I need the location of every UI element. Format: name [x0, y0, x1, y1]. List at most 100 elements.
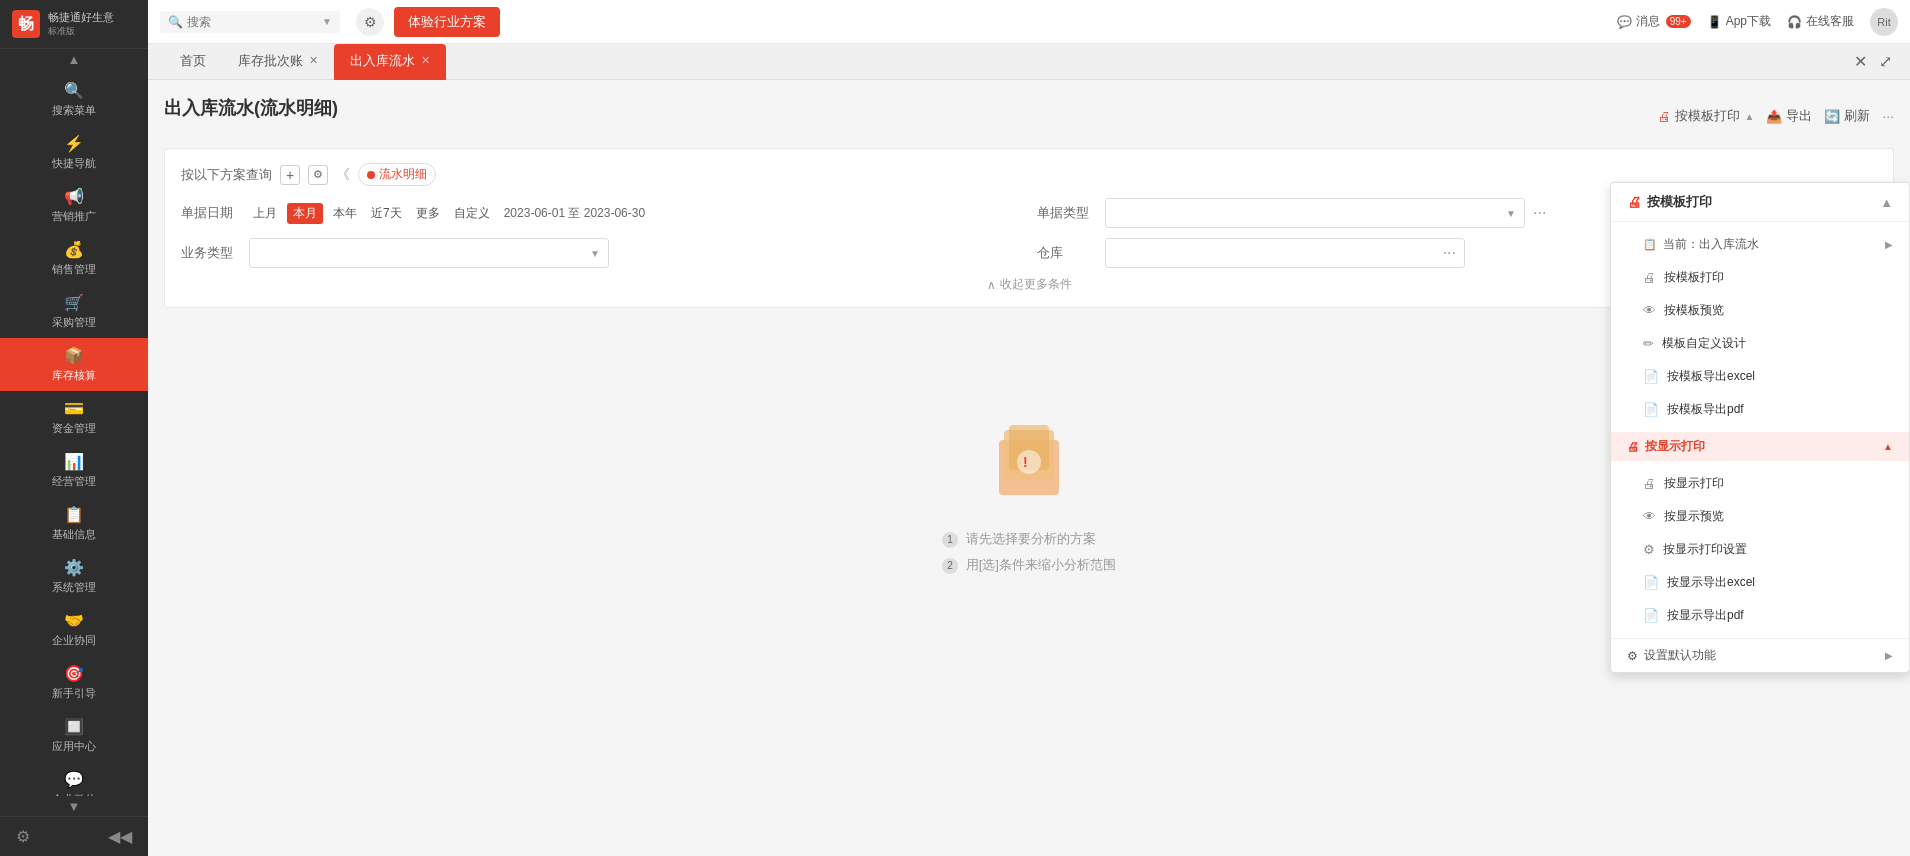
sidebar-logo: 畅 畅捷通好生意 标准版: [0, 0, 148, 49]
date-opt-this-month[interactable]: 本月: [287, 203, 323, 224]
tab-flow[interactable]: 出入库流水 ✕: [334, 44, 446, 80]
sidebar-item-search[interactable]: 🔍 搜索菜单: [0, 73, 148, 126]
app-download-label: App下载: [1726, 13, 1771, 30]
sidebar-item-appcenter[interactable]: 🔲 应用中心: [0, 709, 148, 762]
search-icon: 🔍: [64, 81, 84, 100]
template-excel-label: 按模板导出excel: [1667, 368, 1755, 385]
user-avatar[interactable]: Rit: [1870, 8, 1898, 36]
messages-label: 消息: [1636, 13, 1660, 30]
display-preview-icon: 👁: [1643, 509, 1656, 524]
filter-add-button[interactable]: +: [280, 165, 300, 185]
operation-icon: 📊: [64, 452, 84, 471]
tab-batch[interactable]: 库存批次账 ✕: [222, 44, 334, 80]
warehouse-select[interactable]: ···: [1105, 238, 1465, 268]
tab-flow-close[interactable]: ✕: [421, 54, 430, 67]
sidebar-item-system[interactable]: ⚙️ 系统管理: [0, 550, 148, 603]
dropdown-template-print[interactable]: 🖨 按模板打印: [1611, 261, 1909, 294]
collapse-button[interactable]: ∧ 收起更多条件: [987, 276, 1072, 293]
display-pdf-icon: 📄: [1643, 608, 1659, 623]
date-opt-last7[interactable]: 近7天: [367, 203, 406, 224]
sidebar-item-coop[interactable]: 🤝 企业协同: [0, 603, 148, 656]
biz-type-field: 业务类型 ▼: [181, 238, 1021, 268]
date-opt-more[interactable]: 更多: [412, 203, 444, 224]
sidebar-item-basic[interactable]: 📋 基础信息: [0, 497, 148, 550]
filter-tag-badge[interactable]: 流水明细: [358, 163, 436, 186]
filter-badge-dot: [367, 171, 375, 179]
dropdown-template-custom[interactable]: ✏ 模板自定义设计: [1611, 327, 1909, 360]
dropdown-collapse-icon[interactable]: ▲: [1880, 195, 1893, 210]
sidebar-item-finance[interactable]: 💳 资金管理: [0, 391, 148, 444]
sidebar-item-marketing[interactable]: 📢 营销推广: [0, 179, 148, 232]
sidebar-item-label: 经营管理: [52, 474, 96, 489]
tabs-bar-right: ✕ ⤢: [1852, 50, 1894, 73]
sidebar-item-label: 新手引导: [52, 686, 96, 701]
sidebar-item-operation[interactable]: 📊 经营管理: [0, 444, 148, 497]
dropdown-template-preview[interactable]: 👁 按模板预览: [1611, 294, 1909, 327]
template-print-button[interactable]: 🖨 按模板打印 ▲: [1658, 107, 1754, 125]
sidebar-scroll-down[interactable]: ▼: [0, 796, 148, 816]
tab-close-all-icon[interactable]: ✕: [1852, 50, 1869, 73]
sidebar-item-guide[interactable]: 🎯 新手引导: [0, 656, 148, 709]
dropdown-header-label: 按模板打印: [1647, 193, 1712, 211]
more-actions-icon[interactable]: ···: [1882, 108, 1894, 124]
sidebar-item-quicknav[interactable]: ⚡ 快捷导航: [0, 126, 148, 179]
dropdown-section-display: 🖨 按显示打印 👁 按显示预览 ⚙ 按显示打印设置 📄 按显示导出excel 📄: [1611, 461, 1909, 638]
sidebar-item-inventory[interactable]: 📦 库存核算: [0, 338, 148, 391]
search-dropdown-icon[interactable]: ▼: [322, 16, 332, 27]
refresh-button[interactable]: 🔄 刷新: [1824, 107, 1870, 125]
collapse-label: 收起更多条件: [1000, 276, 1072, 293]
dropdown-display-excel[interactable]: 📄 按显示导出excel: [1611, 566, 1909, 599]
page-title: 出入库流水(流水明细): [164, 96, 338, 120]
collapse-up-icon: ∧: [987, 278, 996, 292]
export-icon: 📤: [1766, 109, 1782, 124]
display-section-header[interactable]: 🖨 按显示打印 ▲: [1611, 432, 1909, 461]
dropdown-display-print[interactable]: 🖨 按显示打印: [1611, 467, 1909, 500]
tab-batch-close[interactable]: ✕: [309, 54, 318, 67]
tab-expand-icon[interactable]: ⤢: [1877, 50, 1894, 73]
sidebar-item-purchase[interactable]: 🛒 采购管理: [0, 285, 148, 338]
warehouse-more-icon[interactable]: ···: [1443, 244, 1456, 262]
date-range-display: 2023-06-01 至 2023-06-30: [504, 205, 645, 222]
sidebar-item-sales[interactable]: 💰 销售管理: [0, 232, 148, 285]
template-print-icon: 🖨: [1643, 270, 1656, 285]
sidebar-item-wechat[interactable]: 💬 企业微信: [0, 762, 148, 796]
doc-type-select[interactable]: ▼: [1105, 198, 1525, 228]
date-opt-last-month[interactable]: 上月: [249, 203, 281, 224]
dropdown-display-pdf[interactable]: 📄 按显示导出pdf: [1611, 599, 1909, 632]
dropdown-display-settings[interactable]: ⚙ 按显示打印设置: [1611, 533, 1909, 566]
dropdown-footer[interactable]: ⚙ 设置默认功能 ▶: [1611, 638, 1909, 672]
logo-icon: 畅: [12, 10, 40, 38]
dropdown-template-pdf[interactable]: 📄 按模板导出pdf: [1611, 393, 1909, 426]
dropdown-display-preview[interactable]: 👁 按显示预览: [1611, 500, 1909, 533]
tip2-num: 2: [942, 558, 958, 574]
display-section-collapse-icon: ▲: [1883, 441, 1893, 452]
export-label: 导出: [1786, 107, 1812, 125]
export-button[interactable]: 📤 导出: [1766, 107, 1812, 125]
topbar: 🔍 ▼ ⚙ 体验行业方案 💬 消息 99+ 📱 App下载 🎧 在线客服: [148, 0, 1910, 44]
footer-label: 设置默认功能: [1644, 647, 1716, 664]
date-opt-this-year[interactable]: 本年: [329, 203, 361, 224]
trial-button[interactable]: 体验行业方案: [394, 7, 500, 37]
settings-icon[interactable]: ⚙: [16, 827, 30, 846]
filter-collapse-icon[interactable]: 《: [336, 166, 350, 184]
date-field: 单据日期 上月 本月 本年 近7天 更多 自定义 2023-06-01 至 20…: [181, 203, 1021, 224]
dropdown-template-excel[interactable]: 📄 按模板导出excel: [1611, 360, 1909, 393]
purchase-icon: 🛒: [64, 293, 84, 312]
messages-button[interactable]: 💬 消息 99+: [1617, 13, 1691, 30]
sidebar-item-label: 系统管理: [52, 580, 96, 595]
doc-type-more-icon[interactable]: ···: [1533, 204, 1546, 222]
date-opt-custom[interactable]: 自定义: [450, 203, 494, 224]
sidebar-scroll-up[interactable]: ▲: [0, 49, 148, 69]
messages-badge: 99+: [1666, 15, 1691, 28]
customer-service-button[interactable]: 🎧 在线客服: [1787, 13, 1854, 30]
biz-type-select[interactable]: ▼: [249, 238, 609, 268]
tab-flow-label: 出入库流水: [350, 52, 415, 70]
app-download-button[interactable]: 📱 App下载: [1707, 13, 1771, 30]
search-input[interactable]: [187, 15, 318, 29]
filter-settings-button[interactable]: ⚙: [308, 165, 328, 185]
dropdown-current-item[interactable]: 📋 当前：出入库流水 ▶: [1611, 228, 1909, 261]
tab-home[interactable]: 首页: [164, 44, 222, 80]
gear-button[interactable]: ⚙: [356, 8, 384, 36]
collapse-sidebar-icon[interactable]: ◀◀: [108, 827, 132, 846]
filter-badge-label: 流水明细: [379, 166, 427, 183]
